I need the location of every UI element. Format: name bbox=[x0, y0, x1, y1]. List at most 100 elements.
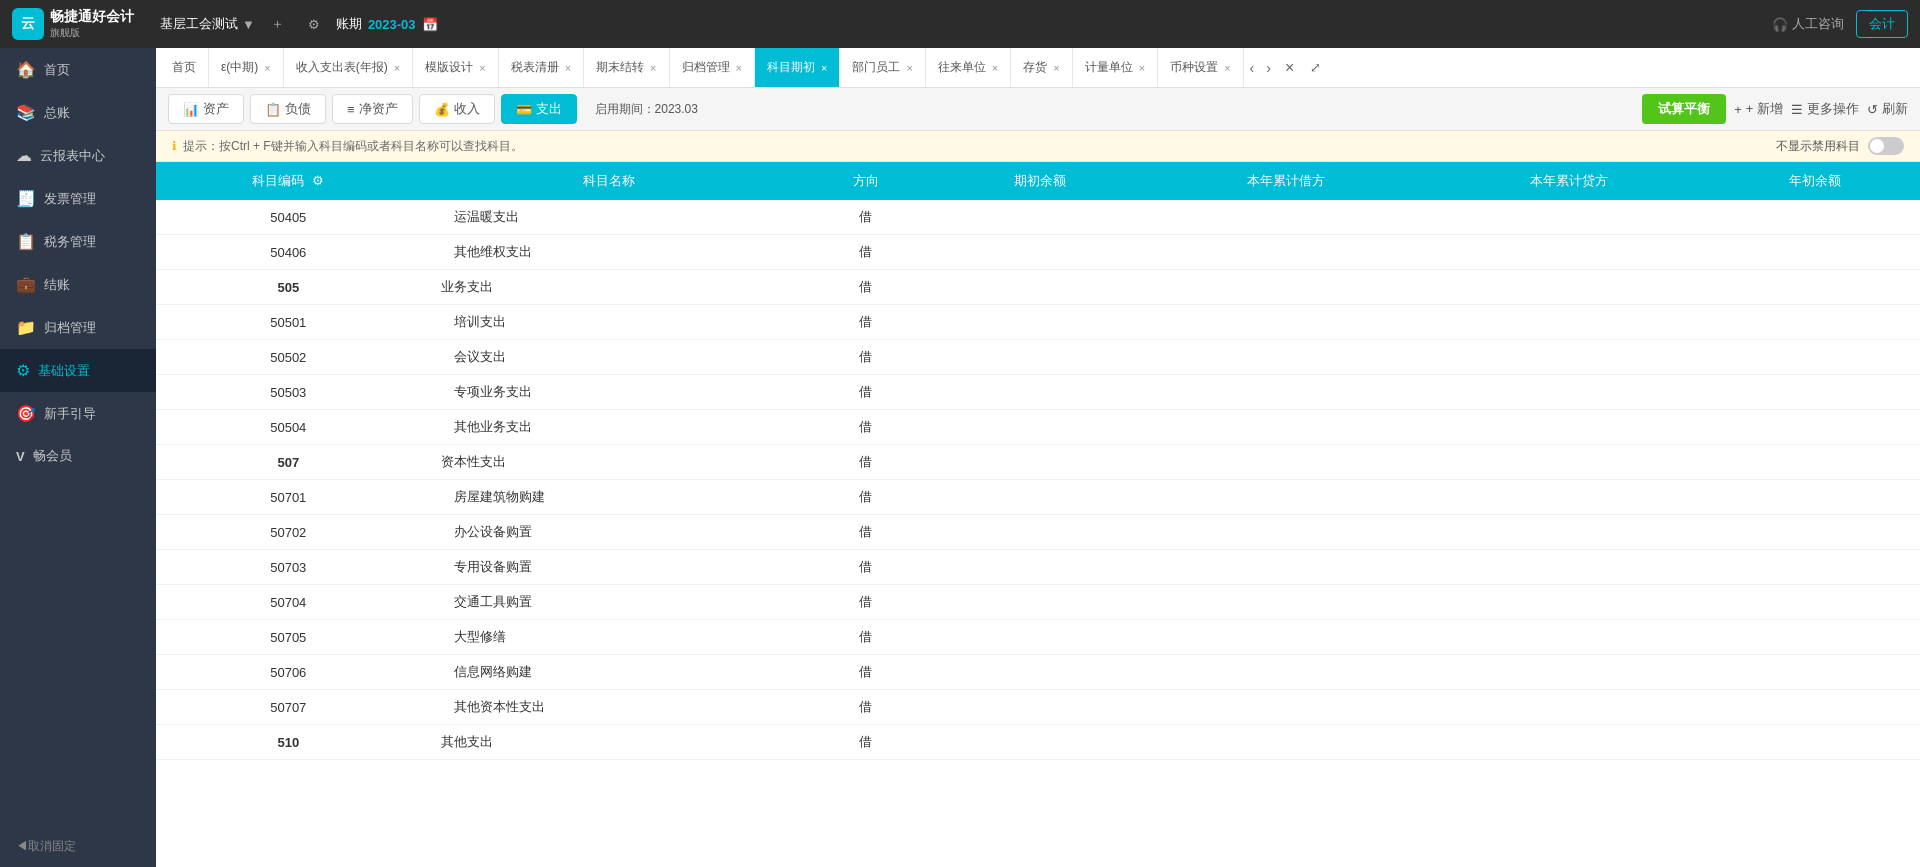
account-button[interactable]: 会计 bbox=[1856, 10, 1908, 38]
tab-unit[interactable]: 计量单位 × bbox=[1073, 48, 1158, 87]
table-row[interactable]: 507 资本性支出 借 bbox=[156, 445, 1920, 480]
settings-button[interactable]: ⚙ bbox=[300, 13, 328, 36]
sub-tab-expense[interactable]: 💳 支出 bbox=[501, 94, 577, 124]
table-row[interactable]: 50503 专项业务支出 借 bbox=[156, 375, 1920, 410]
table-row[interactable]: 50502 会议支出 借 bbox=[156, 340, 1920, 375]
toggle-disable-subjects[interactable] bbox=[1868, 137, 1904, 155]
refresh-button[interactable]: ↺ 刷新 bbox=[1867, 100, 1908, 118]
cell-name: 专用设备购置 bbox=[421, 550, 797, 585]
tab-close-icon[interactable]: × bbox=[565, 62, 571, 74]
cell-code: 50501 bbox=[156, 305, 421, 340]
home-icon: 🏠 bbox=[16, 60, 36, 79]
col-settings-icon[interactable]: ⚙ bbox=[312, 173, 324, 188]
table-row[interactable]: 50702 办公设备购置 借 bbox=[156, 515, 1920, 550]
tab-annual-report[interactable]: 收入支出表(年报) × bbox=[284, 48, 413, 87]
add-button[interactable]: + + 新增 bbox=[1734, 100, 1783, 118]
cell-opening bbox=[935, 270, 1145, 305]
cell-opening bbox=[935, 585, 1145, 620]
table-row[interactable]: 50405 运温暖支出 借 bbox=[156, 200, 1920, 235]
sidebar-item-close[interactable]: 💼 结账 bbox=[0, 263, 156, 306]
main-layout: 🏠 首页 📚 总账 ☁ 云报表中心 🧾 发票管理 📋 税务管理 💼 结账 📁 归… bbox=[0, 48, 1920, 867]
sidebar-item-invoice[interactable]: 🧾 发票管理 bbox=[0, 177, 156, 220]
sub-tab-liability[interactable]: 📋 负债 bbox=[250, 94, 326, 124]
table-row[interactable]: 50501 培训支出 借 bbox=[156, 305, 1920, 340]
tab-close-icon[interactable]: × bbox=[1224, 62, 1230, 74]
sidebar-item-ledger[interactable]: 📚 总账 bbox=[0, 91, 156, 134]
cell-annual-opening bbox=[1710, 200, 1920, 235]
tab-inventory[interactable]: 存货 × bbox=[1011, 48, 1072, 87]
tab-close-icon[interactable]: × bbox=[821, 62, 827, 74]
table-row[interactable]: 50705 大型修缮 借 bbox=[156, 620, 1920, 655]
tab-expand-button[interactable]: ⤢ bbox=[1302, 56, 1329, 79]
tab-close-icon[interactable]: × bbox=[906, 62, 912, 74]
sidebar-item-member[interactable]: V 畅会员 bbox=[0, 435, 156, 477]
sub-tab-income[interactable]: 💰 收入 bbox=[419, 94, 495, 124]
sidebar-item-settings[interactable]: ⚙ 基础设置 bbox=[0, 349, 156, 392]
cell-direction: 借 bbox=[797, 480, 935, 515]
tab-middle[interactable]: ε(中期) × bbox=[209, 48, 284, 87]
sidebar-item-archive[interactable]: 📁 归档管理 bbox=[0, 306, 156, 349]
cell-name: 培训支出 bbox=[421, 305, 797, 340]
cell-code: 50703 bbox=[156, 550, 421, 585]
sub-tab-net-asset[interactable]: ≡ 净资产 bbox=[332, 94, 413, 124]
project-name[interactable]: 基层工会测试 ▼ bbox=[160, 15, 255, 33]
table-row[interactable]: 50703 专用设备购置 借 bbox=[156, 550, 1920, 585]
cell-direction: 借 bbox=[797, 305, 935, 340]
cell-annual-credit bbox=[1428, 515, 1710, 550]
sidebar-item-report[interactable]: ☁ 云报表中心 bbox=[0, 134, 156, 177]
add-project-button[interactable]: ＋ bbox=[263, 11, 292, 37]
tab-period-close[interactable]: 期末结转 × bbox=[584, 48, 669, 87]
tab-subject-init[interactable]: 科目期初 × bbox=[755, 48, 840, 87]
cell-direction: 借 bbox=[797, 620, 935, 655]
table-row[interactable]: 505 业务支出 借 bbox=[156, 270, 1920, 305]
tab-close-icon[interactable]: × bbox=[992, 62, 998, 74]
more-button[interactable]: ☰ 更多操作 bbox=[1791, 100, 1859, 118]
tab-close-icon[interactable]: × bbox=[394, 62, 400, 74]
cell-annual-opening bbox=[1710, 725, 1920, 760]
tab-next-button[interactable]: › bbox=[1260, 56, 1277, 80]
tab-close-icon[interactable]: × bbox=[650, 62, 656, 74]
cell-direction: 借 bbox=[797, 585, 935, 620]
table-row[interactable]: 50704 交通工具购置 借 bbox=[156, 585, 1920, 620]
tab-currency[interactable]: 币种设置 × bbox=[1158, 48, 1243, 87]
tab-close-icon[interactable]: × bbox=[264, 62, 270, 74]
tab-tax-table[interactable]: 税表清册 × bbox=[499, 48, 584, 87]
tab-archive[interactable]: 归档管理 × bbox=[670, 48, 755, 87]
table-row[interactable]: 50504 其他业务支出 借 bbox=[156, 410, 1920, 445]
table-row[interactable]: 510 其他支出 借 bbox=[156, 725, 1920, 760]
balance-button[interactable]: 试算平衡 bbox=[1642, 94, 1726, 124]
tab-close-icon[interactable]: × bbox=[736, 62, 742, 74]
cell-annual-opening bbox=[1710, 550, 1920, 585]
main-content: 首页 ε(中期) × 收入支出表(年报) × 模版设计 × 税表清册 × 期末结… bbox=[156, 48, 1920, 867]
tab-close-all-button[interactable]: × bbox=[1277, 55, 1302, 81]
cell-direction: 借 bbox=[797, 375, 935, 410]
tab-close-icon[interactable]: × bbox=[1053, 62, 1059, 74]
table-row[interactable]: 50406 其他维权支出 借 bbox=[156, 235, 1920, 270]
sidebar-collapse-button[interactable]: ◀取消固定 bbox=[0, 826, 156, 867]
cell-direction: 借 bbox=[797, 690, 935, 725]
sidebar-item-guide[interactable]: 🎯 新手引导 bbox=[0, 392, 156, 435]
tab-counterpart[interactable]: 往来单位 × bbox=[926, 48, 1011, 87]
cell-direction: 借 bbox=[797, 270, 935, 305]
calendar-icon[interactable]: 📅 bbox=[422, 17, 438, 32]
cell-code: 50701 bbox=[156, 480, 421, 515]
cell-annual-debit bbox=[1145, 270, 1427, 305]
tab-close-icon[interactable]: × bbox=[479, 62, 485, 74]
tab-department[interactable]: 部门员工 × bbox=[840, 48, 925, 87]
table-row[interactable]: 50701 房屋建筑物购建 借 bbox=[156, 480, 1920, 515]
tab-close-icon[interactable]: × bbox=[1139, 62, 1145, 74]
sidebar-item-home[interactable]: 🏠 首页 bbox=[0, 48, 156, 91]
consult-button[interactable]: 🎧 人工咨询 bbox=[1772, 15, 1844, 33]
tab-template[interactable]: 模版设计 × bbox=[413, 48, 498, 87]
tab-home[interactable]: 首页 bbox=[160, 48, 209, 87]
tab-prev-button[interactable]: ‹ bbox=[1244, 56, 1261, 80]
cell-code: 507 bbox=[156, 445, 421, 480]
col-code: 科目编码 ⚙ bbox=[156, 162, 421, 200]
toggle-label: 不显示禁用科目 bbox=[1776, 138, 1860, 155]
sidebar-item-tax[interactable]: 📋 税务管理 bbox=[0, 220, 156, 263]
archive-icon: 📁 bbox=[16, 318, 36, 337]
cell-code: 50706 bbox=[156, 655, 421, 690]
table-row[interactable]: 50707 其他资本性支出 借 bbox=[156, 690, 1920, 725]
sub-tab-asset[interactable]: 📊 资产 bbox=[168, 94, 244, 124]
table-row[interactable]: 50706 信息网络购建 借 bbox=[156, 655, 1920, 690]
